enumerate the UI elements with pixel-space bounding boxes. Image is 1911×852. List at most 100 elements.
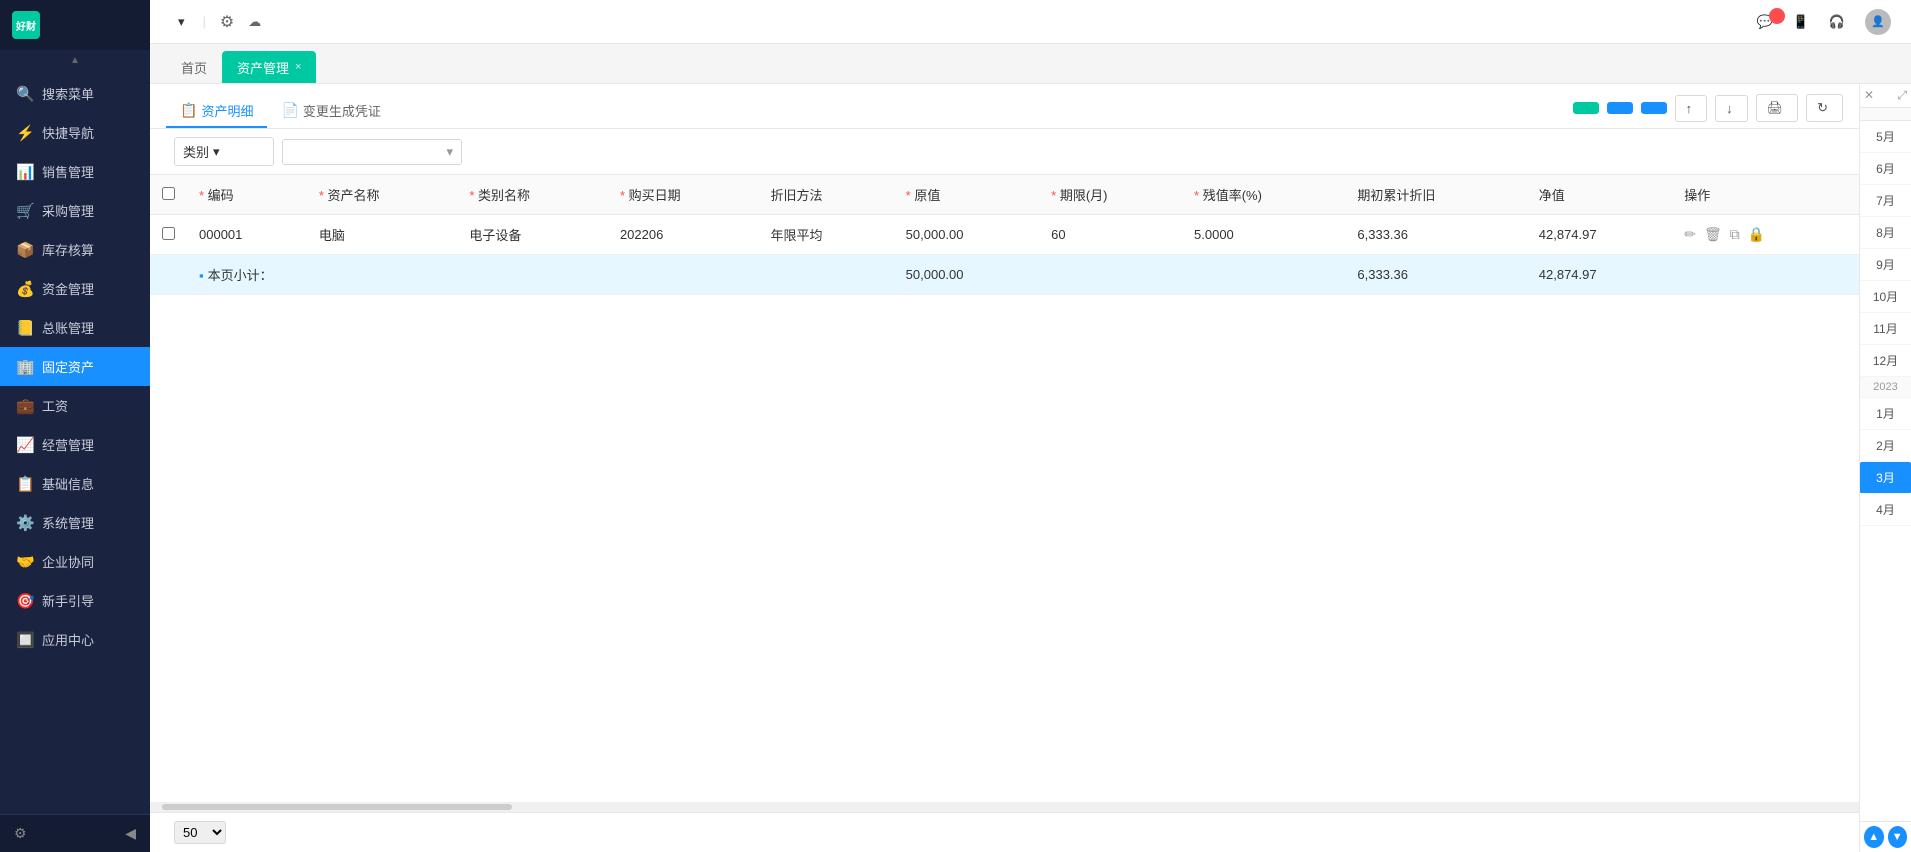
month-item[interactable]: 8月	[1860, 217, 1911, 249]
tabbar: 首页 资产管理 ×	[150, 44, 1911, 84]
trial-btn[interactable]: ☁	[248, 14, 265, 30]
filter-bar: 类别 ▾ ▾	[150, 129, 1859, 175]
sidebar-label-app-center: 应用中心	[42, 630, 94, 649]
import-button[interactable]: ↑	[1675, 95, 1708, 122]
subtotal-net-value: 42,874.97	[1527, 255, 1673, 295]
sidebar-item-fixed-assets[interactable]: 🏢固定资产	[0, 347, 150, 386]
right-panel-expand-btn[interactable]: ⤢	[1897, 88, 1907, 103]
month-list: 5月6月7月8月9月10月11月12月20231月2月3月4月	[1860, 121, 1911, 821]
settings-btn[interactable]: ⚙	[216, 8, 238, 36]
category-type-select[interactable]: 类别 ▾	[174, 137, 274, 166]
service-icon: 🎧	[1829, 14, 1845, 30]
tab-asset-management[interactable]: 资产管理 ×	[222, 51, 316, 83]
sidebar-item-ledger[interactable]: 📒总账管理	[0, 308, 150, 347]
month-item[interactable]: 4月	[1860, 494, 1911, 526]
asset-table-wrap: * 编码 * 资产名称 * 类别名称 * 购买日期 折旧方法 * 原值 * 期限…	[150, 175, 1859, 802]
user-area[interactable]: 👤	[1865, 9, 1895, 35]
nav-down-btn[interactable]: ▼	[1888, 826, 1908, 848]
cell-depreciation-method: 年限平均	[759, 215, 894, 255]
sub-tab-detail[interactable]: 📋 资产明细	[166, 95, 267, 128]
sidebar-item-enterprise[interactable]: 🤝企业协同	[0, 542, 150, 581]
copy-icon[interactable]: ⧉	[1730, 226, 1740, 243]
sidebar-item-quick-nav[interactable]: ⚡快捷导航	[0, 113, 150, 152]
edit-icon[interactable]: ✏	[1684, 226, 1696, 243]
tab-home[interactable]: 首页	[166, 51, 222, 83]
refresh-button[interactable]: ↻	[1806, 94, 1843, 122]
delete-icon[interactable]: 🗑	[1704, 226, 1722, 243]
nav-up-btn[interactable]: ▲	[1864, 826, 1884, 848]
voucher-tab-label: 变更生成凭证	[303, 101, 381, 120]
month-item[interactable]: 9月	[1860, 249, 1911, 281]
page-size-select[interactable]: 50 10 20 100	[174, 821, 226, 844]
sidebar-item-sales[interactable]: 📊销售管理	[0, 152, 150, 191]
sidebar-item-purchase[interactable]: 🛒采购管理	[0, 191, 150, 230]
select-all-checkbox[interactable]	[162, 187, 175, 200]
sidebar-label-basic-info: 基础信息	[42, 474, 94, 493]
message-btn[interactable]: 💬	[1756, 14, 1776, 30]
voucher-tab-icon: 📄	[281, 102, 298, 119]
settings-icon[interactable]: ⚙	[14, 825, 27, 842]
add-button[interactable]	[1607, 102, 1633, 114]
app-download-btn[interactable]: 📱	[1793, 14, 1813, 30]
sidebar-icon-guide: 🎯	[16, 592, 34, 610]
sidebar-item-operations[interactable]: 📈经营管理	[0, 425, 150, 464]
download-button[interactable]: ↓	[1715, 95, 1748, 122]
month-item[interactable]: 5月	[1860, 121, 1911, 153]
month-item[interactable]: 6月	[1860, 153, 1911, 185]
sub-tabs: 📋 资产明细 📄 变更生成凭证	[150, 84, 1859, 129]
right-panel-year-month[interactable]	[1860, 108, 1911, 121]
sidebar-label-operations: 经营管理	[42, 435, 94, 454]
subtotal-original-value: 50,000.00	[894, 255, 1040, 295]
cell-original-value: 50,000.00	[894, 215, 1040, 255]
sidebar-item-finance[interactable]: 💰资金管理	[0, 269, 150, 308]
sidebar-item-inventory[interactable]: 📦库存核算	[0, 230, 150, 269]
month-item[interactable]: 3月	[1860, 462, 1911, 494]
horizontal-scrollbar[interactable]	[150, 802, 1859, 812]
sidebar: 好财 ▲ 🔍搜索菜单⚡快捷导航📊销售管理🛒采购管理📦库存核算💰资金管理📒总账管理…	[0, 0, 150, 852]
subtotal-row: ▪本页小计： 50,000.00 6,333.36 42,874.97	[150, 255, 1859, 295]
month-item[interactable]: 10月	[1860, 281, 1911, 313]
right-panel-controls: ✕ ⤢	[1860, 84, 1911, 108]
company-selector[interactable]: ▾	[166, 10, 193, 34]
logo-area: 好财	[0, 0, 150, 50]
month-item[interactable]: 2月	[1860, 430, 1911, 462]
import-icon: ↑	[1686, 101, 1693, 116]
sidebar-icon-finance: 💰	[16, 280, 34, 298]
sidebar-item-basic-info[interactable]: 📋基础信息	[0, 464, 150, 503]
sidebar-icon-enterprise: 🤝	[16, 553, 34, 571]
tab-close-icon[interactable]: ×	[295, 61, 301, 73]
sidebar-item-system[interactable]: ⚙️系统管理	[0, 503, 150, 542]
sidebar-item-search[interactable]: 🔍搜索菜单	[0, 74, 150, 113]
table-row: 000001 电脑 电子设备 202206 年限平均 50,000.00 60 …	[150, 215, 1859, 255]
lock-icon[interactable]: 🔒	[1748, 226, 1765, 243]
pagination: 50 10 20 100	[150, 812, 1859, 852]
collapse-icon[interactable]: ◀	[125, 825, 136, 842]
logo-icon: 好财	[12, 11, 40, 39]
sidebar-bottom: ⚙ ◀	[0, 814, 150, 852]
scroll-thumb[interactable]	[162, 804, 512, 810]
month-item[interactable]: 1月	[1860, 398, 1911, 430]
month-item[interactable]: 12月	[1860, 345, 1911, 377]
sidebar-scroll-up[interactable]: ▲	[0, 50, 150, 70]
tab-asset-label: 资产管理	[237, 58, 289, 77]
sidebar-item-app-center[interactable]: 🔲应用中心	[0, 620, 150, 659]
sidebar-item-guide[interactable]: 🎯新手引导	[0, 581, 150, 620]
sidebar-label-sales: 销售管理	[42, 162, 94, 181]
batch-button[interactable]	[1641, 102, 1667, 114]
month-item[interactable]: 7月	[1860, 185, 1911, 217]
sidebar-icon-search: 🔍	[16, 85, 34, 103]
sub-tab-voucher[interactable]: 📄 变更生成凭证	[267, 95, 394, 128]
month-item[interactable]: 11月	[1860, 313, 1911, 345]
sidebar-item-payroll[interactable]: 💼工资	[0, 386, 150, 425]
category-arrow: ▾	[446, 144, 453, 160]
online-service-btn[interactable]: 🎧	[1829, 14, 1849, 30]
duizhang-button[interactable]	[1573, 102, 1599, 114]
subtotal-label: ▪本页小计：	[187, 255, 894, 295]
print-button[interactable]: 🖨	[1756, 94, 1799, 122]
cell-period: 60	[1039, 215, 1182, 255]
right-panel-close-btn[interactable]: ✕	[1864, 88, 1874, 103]
category-value-select[interactable]: ▾	[282, 139, 462, 165]
row-checkbox-0[interactable]	[162, 227, 175, 240]
sidebar-icon-quick-nav: ⚡	[16, 124, 34, 142]
row-checkbox-cell	[150, 215, 187, 255]
